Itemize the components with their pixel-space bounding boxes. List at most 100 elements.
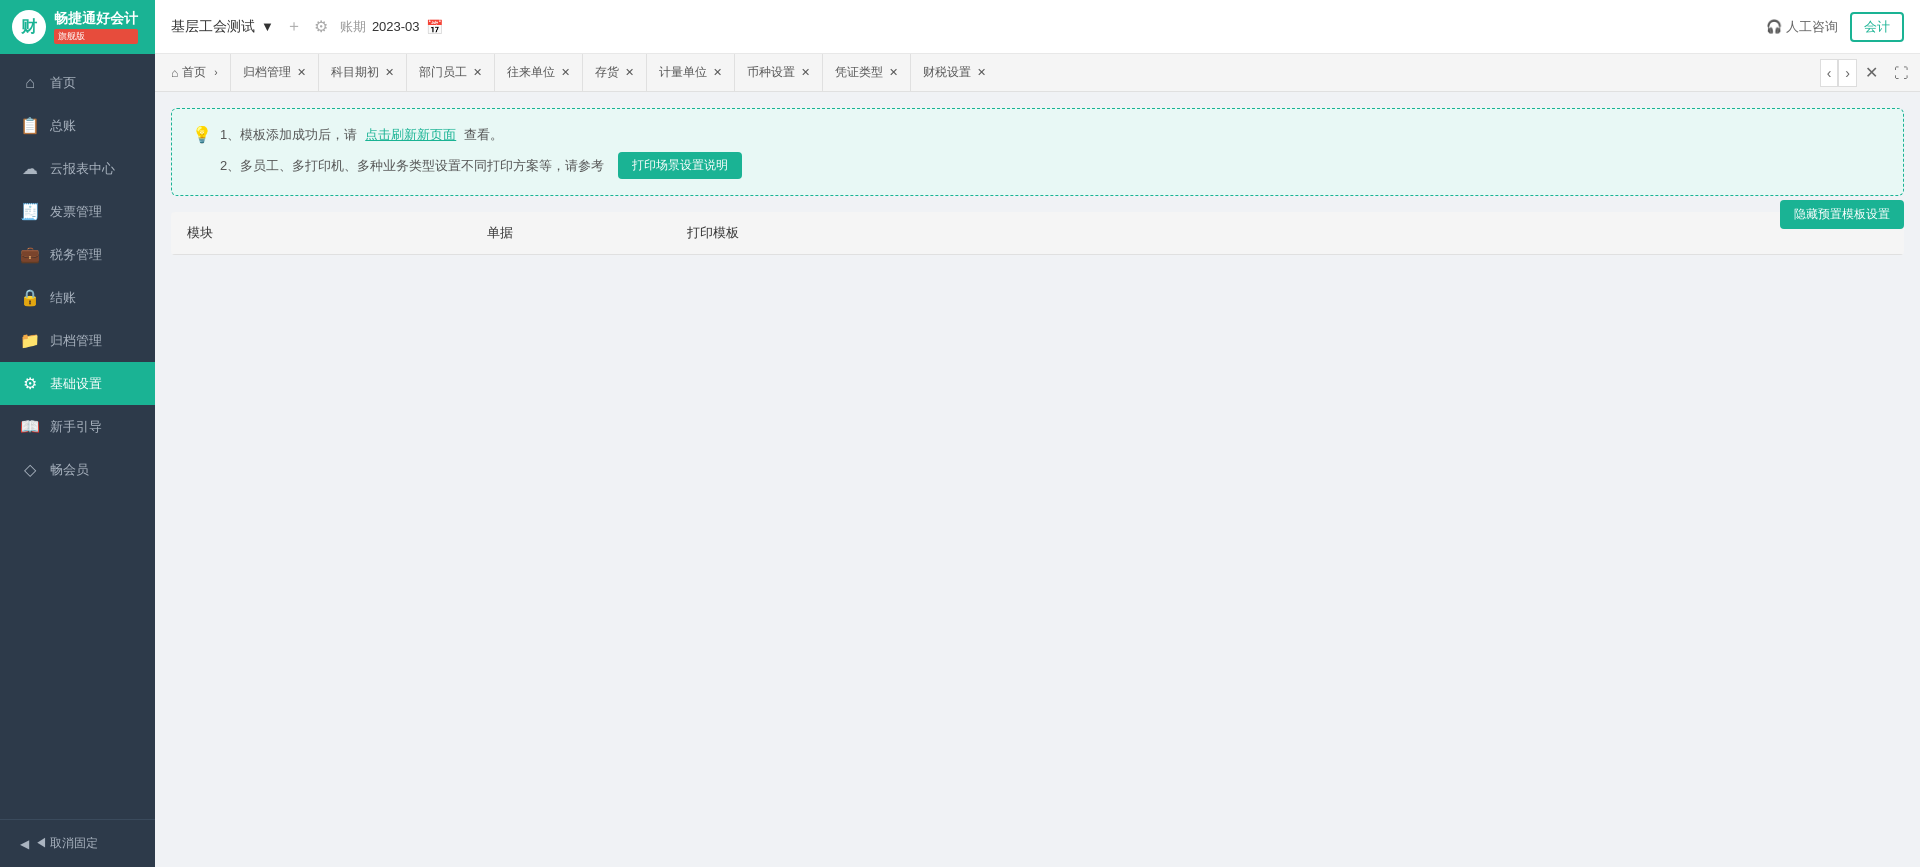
tab-label: 币种设置 [747, 64, 795, 81]
guide-label: 新手引导 [50, 418, 102, 436]
tab-departments[interactable]: 部门员工 ✕ [407, 54, 495, 92]
tab-label: 归档管理 [243, 64, 291, 81]
tab-units[interactable]: 计量单位✕ [647, 54, 735, 92]
tab-tax-settings[interactable]: 财税设置 ✕ [911, 54, 990, 92]
sidebar-item-ledger[interactable]: 📋 总账 [0, 104, 155, 147]
period-value: 2023-03 [372, 19, 420, 34]
archive-icon: 📁 [20, 331, 40, 350]
bulb-icon: 💡 [192, 125, 212, 144]
tab-archive-mgmt[interactable]: 归档管理 ✕ [231, 54, 319, 92]
tax-icon: 💼 [20, 245, 40, 264]
tab-home-chevron: › [214, 67, 217, 78]
notice-line2-prefix: 2、多员工、多打印机、多种业务类型设置不同打印方案等，请参考 [220, 157, 604, 175]
calendar-icon[interactable]: 📅 [426, 19, 443, 35]
sidebar-item-settings[interactable]: ⚙ 基础设置 [0, 362, 155, 405]
project-dropdown-icon: ▼ [261, 19, 274, 34]
archive-label: 归档管理 [50, 332, 102, 350]
tab-prev-button[interactable]: ‹ [1820, 59, 1839, 87]
tab-label: 财税设置 [923, 64, 971, 81]
tab-close-all-button[interactable]: ✕ [1857, 59, 1886, 86]
user-role-button[interactable]: 会计 [1850, 12, 1904, 42]
tab-close-icon[interactable]: ✕ [625, 66, 634, 79]
period-label: 账期 [340, 18, 366, 36]
tab-label: 凭证类型 [835, 64, 883, 81]
notice-row-2: 2、多员工、多打印机、多种业务类型设置不同打印方案等，请参考 打印场景设置说明 [192, 152, 1883, 179]
reports-icon: ☁ [20, 159, 40, 178]
table-header-template: 打印模板 [671, 212, 1904, 254]
sidebar-footer[interactable]: ◀ ◀ 取消固定 [0, 819, 155, 867]
tab-inventory[interactable]: 存货 ✕ [583, 54, 647, 92]
notice-line1-suffix: 查看。 [464, 126, 503, 144]
print-scene-btn[interactable]: 打印场景设置说明 [618, 152, 742, 179]
invoice-icon: 🧾 [20, 202, 40, 221]
tab-label: 往来单位 [507, 64, 555, 81]
tab-close-icon[interactable]: ✕ [889, 66, 898, 79]
member-label: 畅会员 [50, 461, 89, 479]
project-name: 基层工会测试 [171, 18, 255, 36]
guide-icon: 📖 [20, 417, 40, 436]
sidebar-item-invoice[interactable]: 🧾 发票管理 [0, 190, 155, 233]
tab-expand-button[interactable]: ⛶ [1886, 61, 1916, 85]
invoice-label: 发票管理 [50, 203, 102, 221]
project-selector[interactable]: 基层工会测试 ▼ [171, 18, 274, 36]
tab-home[interactable]: ⌂ 首页 › [159, 54, 231, 92]
notice-row-1: 💡 1、模板添加成功后，请 点击刷新新页面 查看。 [192, 125, 1883, 144]
tab-home-label: 首页 [182, 64, 206, 81]
tab-label: 存货 [595, 64, 619, 81]
topbar: 基层工会测试 ▼ ＋ ⚙ 账期 2023-03 📅 🎧 人工咨询 会计 [155, 0, 1920, 54]
tab-next-button[interactable]: › [1838, 59, 1857, 87]
notice-refresh-link[interactable]: 点击刷新新页面 [365, 126, 456, 144]
data-table: 模块 单据 打印模板 [171, 212, 1904, 255]
tab-label: 部门员工 [419, 64, 467, 81]
table-header-module: 模块 [171, 212, 471, 254]
sidebar-item-guide[interactable]: 📖 新手引导 [0, 405, 155, 448]
checkout-label: 结账 [50, 289, 76, 307]
logo-badge: 旗舰版 [54, 29, 138, 44]
reports-label: 云报表中心 [50, 160, 115, 178]
unpin-icon: ◀ [20, 837, 29, 851]
tab-close-icon[interactable]: ✕ [473, 66, 482, 79]
main-area: 基层工会测试 ▼ ＋ ⚙ 账期 2023-03 📅 🎧 人工咨询 会计 ⌂ 首页 ›… [155, 0, 1920, 867]
sidebar-logo: 财 畅捷通好会计 旗舰版 [0, 0, 155, 54]
tab-close-icon[interactable]: ✕ [713, 66, 722, 79]
tab-voucher-type[interactable]: 凭证类型 ✕ [823, 54, 911, 92]
tab-vendors[interactable]: 往来单位 ✕ [495, 54, 583, 92]
add-project-button[interactable]: ＋ [286, 16, 302, 37]
home-icon: ⌂ [20, 74, 40, 92]
home-icon: ⌂ [171, 66, 178, 80]
sidebar-item-archive[interactable]: 📁 归档管理 [0, 319, 155, 362]
table-header-document: 单据 [471, 212, 671, 254]
sidebar-item-reports[interactable]: ☁ 云报表中心 [0, 147, 155, 190]
topbar-right: 🎧 人工咨询 会计 [1766, 12, 1904, 42]
support-button[interactable]: 🎧 人工咨询 [1766, 18, 1838, 36]
ledger-icon: 📋 [20, 116, 40, 135]
settings-icon: ⚙ [20, 374, 40, 393]
support-label: 人工咨询 [1786, 18, 1838, 36]
tab-close-icon[interactable]: ✕ [977, 66, 986, 79]
headset-icon: 🎧 [1766, 19, 1782, 34]
logo-icon: 财 [12, 10, 46, 44]
tax-label: 税务管理 [50, 246, 102, 264]
sidebar: 财 畅捷通好会计 旗舰版 ⌂ 首页 📋 总账 ☁ 云报表中心 🧾 发票管理 💼 … [0, 0, 155, 867]
home-label: 首页 [50, 74, 76, 92]
notice-box: 💡 1、模板添加成功后，请 点击刷新新页面 查看。 2、多员工、多打印机、多种业… [171, 108, 1904, 196]
hide-preview-btn[interactable]: 隐藏预置模板设置 [1780, 200, 1904, 229]
settings-label: 基础设置 [50, 375, 102, 393]
period-selector: 账期 2023-03 📅 [340, 18, 443, 36]
sidebar-item-checkout[interactable]: 🔒 结账 [0, 276, 155, 319]
logo-text: 畅捷通好会计 [54, 10, 138, 27]
tab-subjects[interactable]: 科目期初✕ [319, 54, 407, 92]
settings-icon[interactable]: ⚙ [314, 17, 328, 36]
sidebar-item-member[interactable]: ◇ 畅会员 [0, 448, 155, 491]
tab-close-icon[interactable]: ✕ [297, 66, 306, 79]
ledger-label: 总账 [50, 117, 76, 135]
tab-close-icon[interactable]: ✕ [561, 66, 570, 79]
content-area: 隐藏预置模板设置 💡 1、模板添加成功后，请 点击刷新新页面 查看。 2、多员工… [155, 92, 1920, 867]
checkout-icon: 🔒 [20, 288, 40, 307]
tab-close-icon[interactable]: ✕ [801, 66, 810, 79]
tab-close-icon[interactable]: ✕ [385, 66, 394, 79]
sidebar-item-tax[interactable]: 💼 税务管理 [0, 233, 155, 276]
tabbar: ⌂首页›归档管理✕科目期初✕部门员工✕往来单位✕存货✕计量单位✕币种设置✕凭证类… [155, 54, 1920, 92]
sidebar-item-home[interactable]: ⌂ 首页 [0, 62, 155, 104]
tab-currency[interactable]: 币种设置 ✕ [735, 54, 823, 92]
